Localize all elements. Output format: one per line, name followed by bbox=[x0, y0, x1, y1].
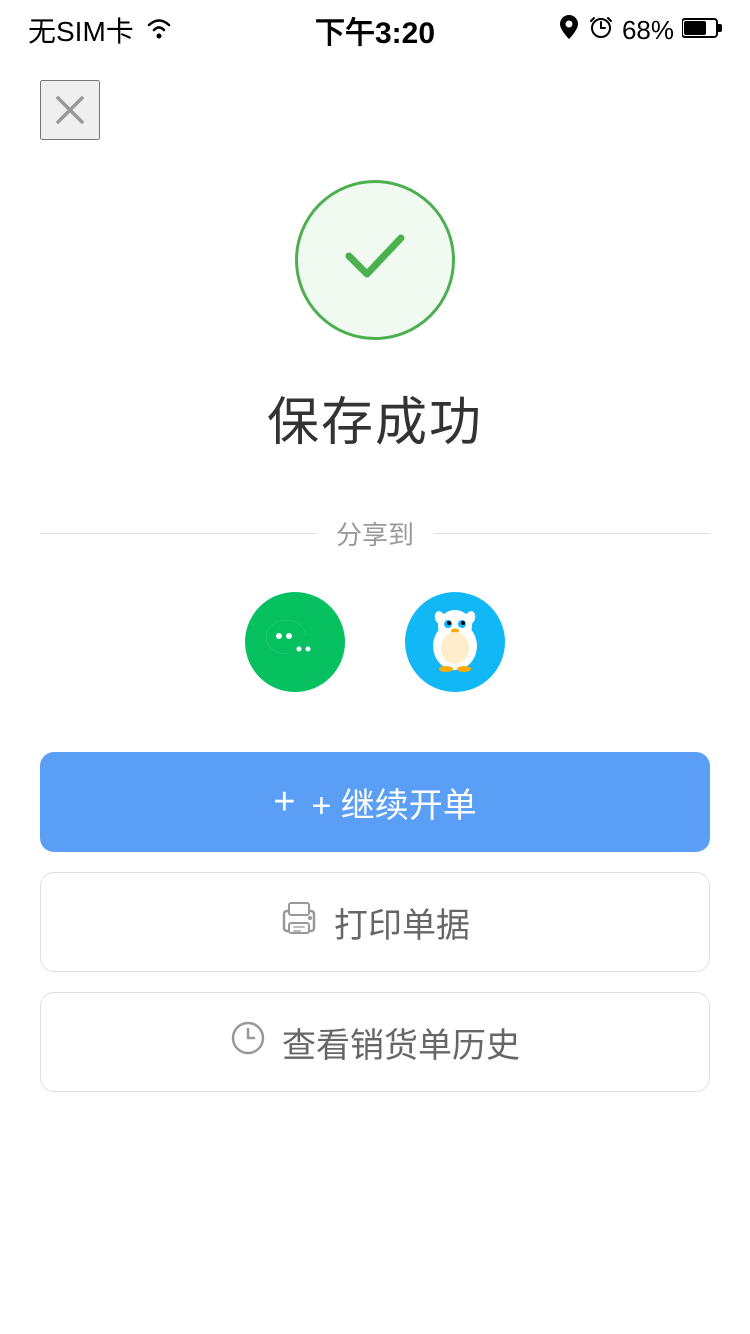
qq-share-button[interactable] bbox=[405, 592, 505, 692]
checkmark-icon bbox=[335, 214, 415, 307]
close-button[interactable] bbox=[40, 80, 100, 140]
printer-icon bbox=[280, 901, 318, 944]
location-icon bbox=[558, 14, 580, 47]
divider-line-left bbox=[40, 533, 316, 534]
battery-icon bbox=[682, 15, 722, 46]
print-label: 打印单据 bbox=[334, 898, 470, 947]
success-circle bbox=[295, 180, 455, 340]
alarm-icon bbox=[588, 14, 614, 47]
history-label: 查看销货单历史 bbox=[282, 1018, 520, 1067]
continue-button[interactable]: + + 继续开单 bbox=[40, 752, 710, 852]
print-button[interactable]: 打印单据 bbox=[40, 872, 710, 972]
continue-label: + 继续开单 bbox=[311, 778, 476, 827]
share-label: 分享到 bbox=[336, 515, 414, 552]
status-bar-right: 68% bbox=[558, 14, 722, 47]
buttons-section: + + 继续开单 打印单据 bbox=[40, 752, 710, 1092]
share-row bbox=[245, 592, 505, 692]
carrier-text: 无SIM卡 bbox=[28, 10, 134, 50]
status-bar-time: 下午3:20 bbox=[315, 8, 435, 52]
wechat-share-button[interactable] bbox=[245, 592, 345, 692]
status-bar-left: 无SIM卡 bbox=[28, 10, 174, 50]
main-content: 保存成功 分享到 bbox=[0, 60, 750, 1334]
clock-icon bbox=[230, 1020, 266, 1065]
success-title: 保存成功 bbox=[267, 380, 483, 455]
wifi-icon bbox=[144, 14, 174, 46]
divider-line-right bbox=[434, 533, 710, 534]
history-button[interactable]: 查看销货单历史 bbox=[40, 992, 710, 1092]
battery-text: 68% bbox=[622, 15, 674, 46]
share-divider: 分享到 bbox=[40, 515, 710, 552]
plus-icon: + bbox=[273, 781, 295, 824]
status-bar: 无SIM卡 下午3:20 68% bbox=[0, 0, 750, 60]
